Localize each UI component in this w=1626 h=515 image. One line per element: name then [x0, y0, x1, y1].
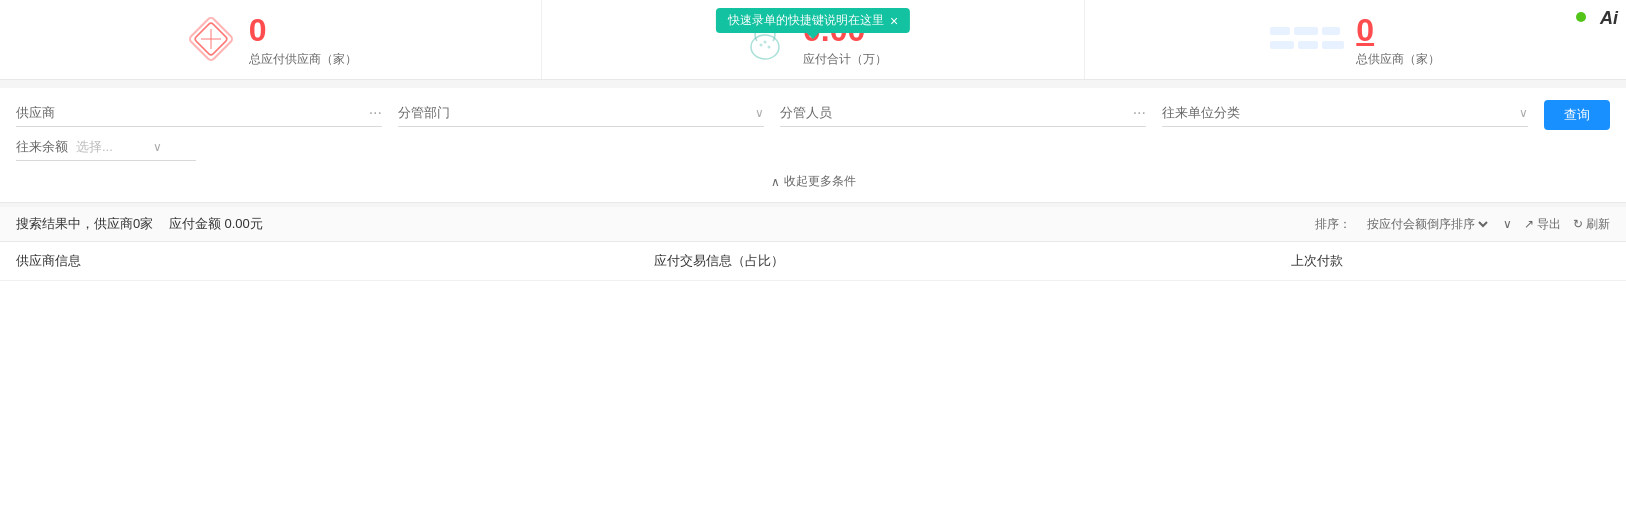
dept-filter: 分管部门 ∨: [398, 104, 764, 127]
total-suppliers-label: 总供应商（家）: [1356, 51, 1440, 68]
stat-total-payable-suppliers: 0 总应付供应商（家）: [0, 0, 542, 79]
shortcut-tooltip: 快速录单的快捷键说明在这里 ×: [716, 8, 910, 33]
data-table: 供应商信息 应付交易信息（占比） 上次付款: [0, 242, 1626, 515]
dept-arrow[interactable]: ∨: [755, 106, 764, 120]
ai-label: Ai: [1600, 8, 1618, 29]
results-amount: 应付金额 0.00元: [169, 216, 263, 231]
col-payment-header: 上次付款: [1291, 252, 1610, 270]
supplier-filter: 供应商 ···: [16, 104, 382, 127]
results-info: 搜索结果中，供应商0家 应付金额 0.00元: [16, 215, 263, 233]
person-label: 分管人员: [780, 104, 832, 122]
filter-section: 供应商 ··· 分管部门 ∨ 分管人员 ··· 往来单位分类 ∨ 查询 往来余额: [0, 88, 1626, 203]
query-button[interactable]: 查询: [1544, 100, 1610, 130]
person-filter: 分管人员 ···: [780, 104, 1146, 127]
svg-point-6: [763, 41, 766, 44]
stat-total-suppliers: 0 总供应商（家） Ai: [1085, 0, 1626, 79]
col-supplier-header: 供应商信息: [16, 252, 654, 270]
dept-input[interactable]: [458, 105, 755, 120]
results-text: 搜索结果中，供应商0家: [16, 216, 153, 231]
svg-point-7: [767, 46, 770, 49]
export-button[interactable]: ↗ 导出: [1524, 216, 1561, 233]
unit-input[interactable]: [1248, 105, 1519, 120]
diamond-logo-icon: [185, 13, 237, 65]
person-input[interactable]: [840, 105, 1133, 120]
collapse-label: 收起更多条件: [784, 173, 856, 190]
supplier-label: 供应商: [16, 104, 55, 122]
total-payable-suppliers-number: 0: [249, 11, 267, 49]
unit-filter: 往来单位分类 ∨: [1162, 104, 1528, 127]
refresh-icon: ↻: [1573, 217, 1583, 231]
tooltip-close-btn[interactable]: ×: [890, 14, 898, 28]
refresh-label: 刷新: [1586, 216, 1610, 233]
sort-label: 排序：: [1315, 216, 1351, 233]
unit-arrow[interactable]: ∨: [1519, 106, 1528, 120]
filter-row-1: 供应商 ··· 分管部门 ∨ 分管人员 ··· 往来单位分类 ∨ 查询: [16, 100, 1610, 130]
refresh-button[interactable]: ↻ 刷新: [1573, 216, 1610, 233]
svg-point-5: [759, 44, 762, 47]
stat-payable-total: 0.00 应付合计（万） 快速录单的快捷键说明在这里 ×: [542, 0, 1084, 79]
collapse-button[interactable]: ∧ 收起更多条件: [771, 173, 856, 190]
total-suppliers-number: 0: [1356, 11, 1374, 49]
results-bar: 搜索结果中，供应商0家 应付金额 0.00元 排序： 按应付会额倒序排序 ∨ ↗…: [0, 207, 1626, 242]
balance-arrow[interactable]: ∨: [153, 140, 162, 154]
balance-placeholder: 选择...: [76, 138, 113, 156]
supplier-dots[interactable]: ···: [369, 104, 382, 122]
sort-select[interactable]: 按应付会额倒序排序: [1363, 216, 1491, 232]
tooltip-text: 快速录单的快捷键说明在这里: [728, 12, 884, 29]
filter-row-2: 往来余额 选择... ∨: [16, 138, 1610, 161]
export-label: 导出: [1537, 216, 1561, 233]
results-actions: 排序： 按应付会额倒序排序 ∨ ↗ 导出 ↻ 刷新: [1315, 216, 1610, 233]
dept-label: 分管部门: [398, 104, 450, 122]
export-icon: ↗: [1524, 217, 1534, 231]
person-dots[interactable]: ···: [1133, 104, 1146, 122]
placeholder-graphic: [1270, 27, 1344, 51]
collapse-row: ∧ 收起更多条件: [16, 169, 1610, 194]
balance-label: 往来余额: [16, 138, 68, 156]
table-header: 供应商信息 应付交易信息（占比） 上次付款: [0, 242, 1626, 281]
stats-bar: 0 总应付供应商（家） 0.00 应付合计（万）: [0, 0, 1626, 80]
collapse-icon: ∧: [771, 175, 780, 189]
payable-total-label: 应付合计（万）: [803, 51, 887, 68]
supplier-input[interactable]: [63, 105, 369, 120]
total-payable-suppliers-label: 总应付供应商（家）: [249, 51, 357, 68]
col-transaction-header: 应付交易信息（占比）: [654, 252, 1292, 270]
unit-label: 往来单位分类: [1162, 104, 1240, 122]
tooltip-dot-indicator: [1576, 12, 1586, 22]
sort-arrow-icon: ∨: [1503, 217, 1512, 231]
table-body: [0, 281, 1626, 515]
balance-filter: 往来余额 选择... ∨: [16, 138, 196, 161]
